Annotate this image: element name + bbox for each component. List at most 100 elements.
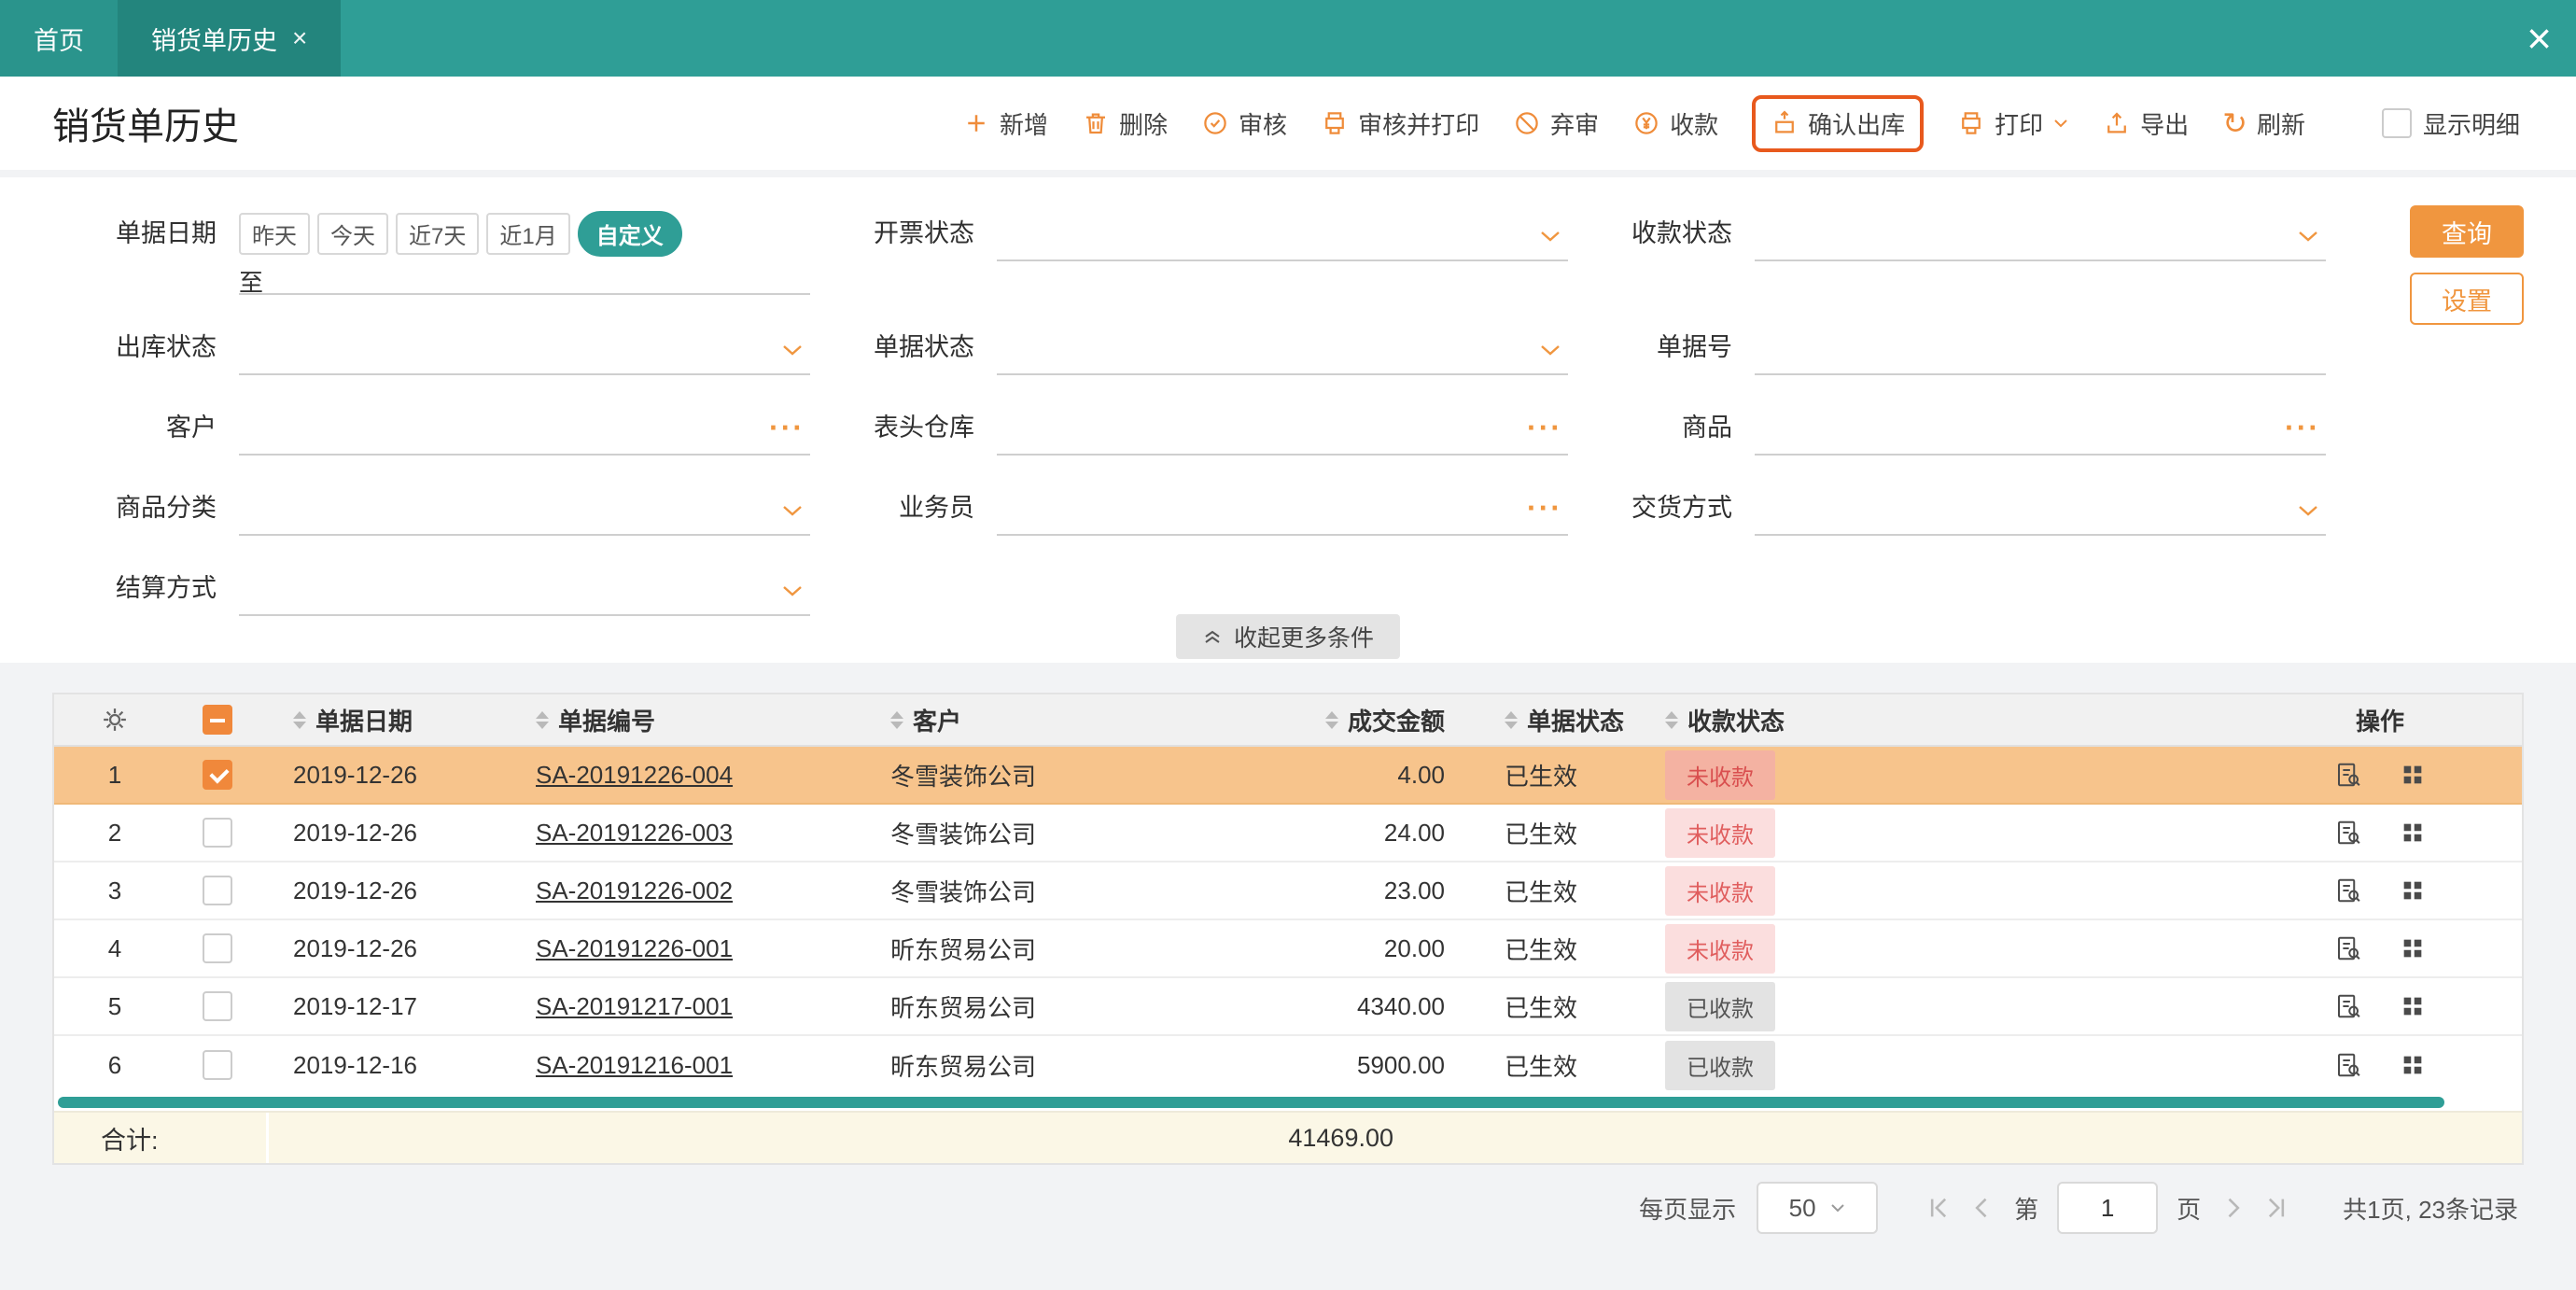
- audit-button[interactable]: 审核: [1201, 106, 1287, 141]
- column-header-doc-no[interactable]: 单据编号: [502, 694, 857, 745]
- salesperson-picker[interactable]: ···: [997, 480, 1568, 536]
- ellipsis-picker-icon[interactable]: ···: [1527, 413, 1562, 442]
- delivery-method-select[interactable]: [1755, 480, 2326, 536]
- delete-button[interactable]: 删除: [1082, 106, 1168, 141]
- audit-print-button[interactable]: 审核并打印: [1321, 106, 1479, 141]
- doc-no-link[interactable]: SA-20191217-001: [536, 992, 733, 1021]
- query-button[interactable]: 查询: [2410, 205, 2524, 258]
- print-button[interactable]: 打印: [1957, 106, 2069, 141]
- view-doc-icon[interactable]: [2334, 934, 2362, 962]
- table-row[interactable]: 5 2019-12-17 SA-20191217-001 昕东贸易公司 4340…: [54, 978, 2522, 1036]
- more-ops-grid-icon[interactable]: [2400, 993, 2426, 1019]
- view-doc-icon[interactable]: [2334, 992, 2362, 1020]
- view-doc-icon[interactable]: [2334, 761, 2362, 789]
- product-picker[interactable]: ···: [1755, 400, 2326, 456]
- page-input[interactable]: [2057, 1182, 2159, 1234]
- more-ops-grid-icon[interactable]: [2400, 935, 2426, 961]
- row-checkbox[interactable]: [203, 933, 232, 963]
- view-doc-icon[interactable]: [2334, 1051, 2362, 1079]
- row-checkbox[interactable]: [203, 876, 232, 905]
- column-header-payment[interactable]: 收款状态: [1641, 694, 2238, 745]
- chip-today[interactable]: 今天: [317, 213, 388, 255]
- more-ops-grid-icon[interactable]: [2400, 877, 2426, 904]
- collapse-more-filters-button[interactable]: 收起更多条件: [1175, 614, 1401, 659]
- sort-icon[interactable]: [536, 710, 549, 729]
- more-ops-grid-icon[interactable]: [2400, 762, 2426, 788]
- outbound-status-select[interactable]: [239, 319, 810, 375]
- view-doc-icon[interactable]: [2334, 819, 2362, 847]
- payment-status-badge: 未收款: [1665, 923, 1775, 974]
- printer-icon: [1962, 112, 1981, 134]
- chip-yesterday[interactable]: 昨天: [239, 213, 310, 255]
- tab-home[interactable]: 首页: [0, 0, 118, 77]
- first-page-icon[interactable]: [1925, 1195, 1951, 1221]
- row-checkbox[interactable]: [203, 1050, 232, 1080]
- more-ops-grid-icon[interactable]: [2400, 1052, 2426, 1078]
- sort-icon[interactable]: [293, 710, 306, 729]
- per-page-select[interactable]: 50: [1757, 1182, 1879, 1234]
- receive-payment-button[interactable]: 收款: [1632, 106, 1718, 141]
- plus-icon: [968, 115, 985, 132]
- column-header-date[interactable]: 单据日期: [259, 694, 502, 745]
- column-settings-gear-icon[interactable]: [101, 706, 129, 734]
- column-header-customer[interactable]: 客户: [857, 694, 1286, 745]
- invoice-status-select[interactable]: [997, 205, 1568, 261]
- chip-last7days[interactable]: 近7天: [396, 213, 480, 255]
- row-checkbox[interactable]: [203, 760, 232, 790]
- customer-picker[interactable]: ···: [239, 400, 810, 456]
- view-doc-icon[interactable]: [2334, 876, 2362, 904]
- page-title: 销货单历史: [52, 106, 239, 147]
- settings-button[interactable]: 设置: [2410, 273, 2524, 325]
- add-button[interactable]: 新增: [962, 106, 1048, 141]
- row-checkbox[interactable]: [203, 991, 232, 1021]
- sort-icon[interactable]: [890, 710, 903, 729]
- ellipsis-picker-icon[interactable]: ···: [769, 413, 805, 442]
- settlement-method-select[interactable]: [239, 560, 810, 616]
- more-ops-grid-icon[interactable]: [2400, 820, 2426, 846]
- warehouse-picker[interactable]: ···: [997, 400, 1568, 456]
- select-all-checkbox[interactable]: [203, 705, 232, 735]
- filter-salesperson: 业务员 ···: [810, 480, 1568, 536]
- show-detail-toggle[interactable]: 显示明细: [2381, 106, 2520, 141]
- doc-no-link[interactable]: SA-20191226-001: [536, 934, 733, 963]
- date-range-input[interactable]: 昨天 今天 近7天 近1月 自定义 至: [239, 205, 810, 297]
- prev-page-icon[interactable]: [1969, 1195, 1995, 1221]
- ellipsis-picker-icon[interactable]: ···: [1527, 493, 1562, 523]
- confirm-outbound-button[interactable]: 确认出库: [1752, 94, 1925, 152]
- table-row[interactable]: 3 2019-12-26 SA-20191226-002 冬雪装饰公司 23.0…: [54, 862, 2522, 920]
- column-header-status[interactable]: 单据状态: [1482, 694, 1641, 745]
- chip-custom[interactable]: 自定义: [577, 211, 682, 257]
- sort-icon[interactable]: [1324, 710, 1338, 729]
- doc-no-input[interactable]: [1755, 319, 2326, 375]
- scrollbar-thumb[interactable]: [58, 1097, 2444, 1108]
- table-row[interactable]: 2 2019-12-26 SA-20191226-003 冬雪装饰公司 24.0…: [54, 805, 2522, 862]
- show-detail-checkbox[interactable]: [2381, 108, 2412, 138]
- last-page-icon[interactable]: [2264, 1195, 2290, 1221]
- refresh-button[interactable]: ↻ 刷新: [2222, 106, 2305, 141]
- table-row[interactable]: 1 2019-12-26 SA-20191226-004 冬雪装饰公司 4.00…: [54, 747, 2522, 805]
- doc-no-link[interactable]: SA-20191216-001: [536, 1051, 733, 1080]
- sort-icon[interactable]: [1505, 710, 1518, 729]
- ellipsis-picker-icon[interactable]: ···: [2285, 413, 2320, 442]
- doc-status-select[interactable]: [997, 319, 1568, 375]
- payment-status-select[interactable]: [1755, 205, 2326, 261]
- records-summary: 共1页, 23条记录: [2343, 1195, 2518, 1224]
- tab-sales-history[interactable]: 销货单历史 ×: [118, 0, 342, 77]
- tab-close-icon[interactable]: ×: [292, 23, 307, 53]
- product-category-select[interactable]: [239, 480, 810, 536]
- sort-icon[interactable]: [1665, 710, 1678, 729]
- chip-last-month[interactable]: 近1月: [486, 213, 570, 255]
- next-page-icon[interactable]: [2219, 1195, 2246, 1221]
- doc-no-link[interactable]: SA-20191226-004: [536, 761, 733, 790]
- row-checkbox[interactable]: [203, 818, 232, 848]
- doc-no-link[interactable]: SA-20191226-003: [536, 819, 733, 848]
- doc-no-link[interactable]: SA-20191226-002: [536, 876, 733, 905]
- abandon-audit-button[interactable]: 弃审: [1513, 106, 1599, 141]
- chevron-down-icon: [1541, 231, 1560, 242]
- export-button[interactable]: 导出: [2103, 106, 2189, 141]
- window-close-icon[interactable]: ×: [2527, 17, 2552, 60]
- chevron-down-icon: [1830, 1204, 1844, 1213]
- table-row[interactable]: 6 2019-12-16 SA-20191216-001 昕东贸易公司 5900…: [54, 1036, 2522, 1094]
- column-header-amount[interactable]: 成交金额: [1286, 694, 1482, 745]
- table-row[interactable]: 4 2019-12-26 SA-20191226-001 昕东贸易公司 20.0…: [54, 920, 2522, 978]
